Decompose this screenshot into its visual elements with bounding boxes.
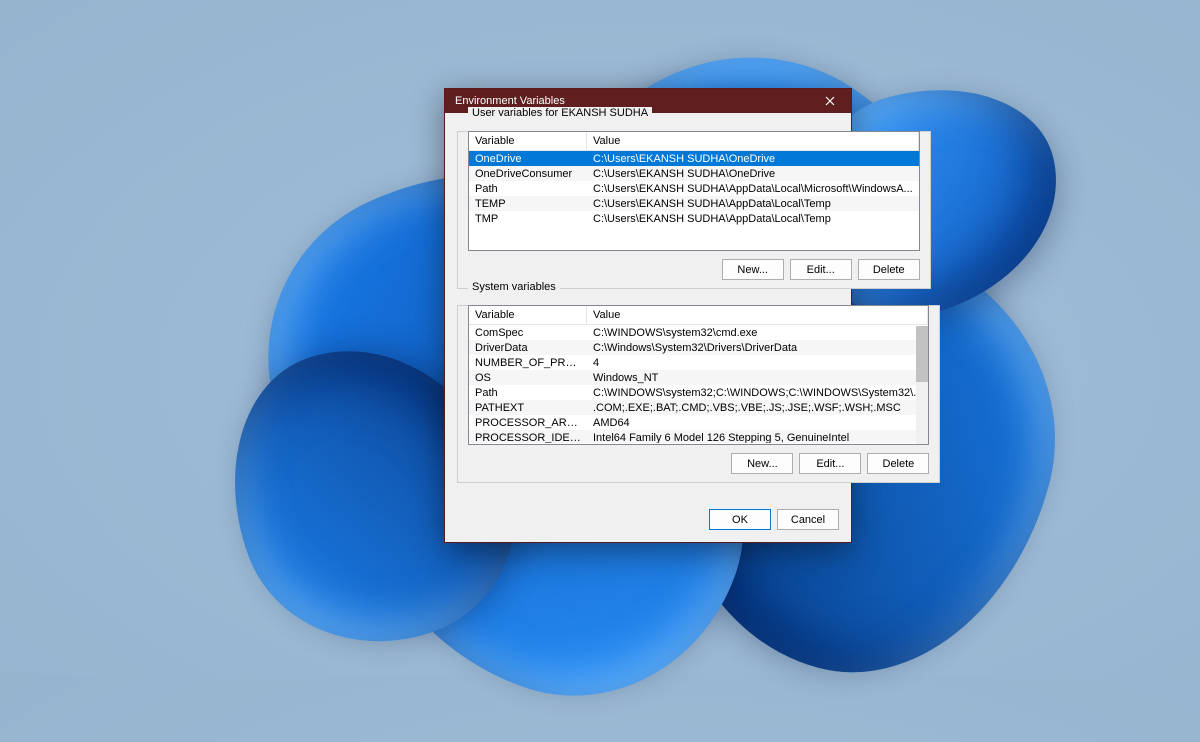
cell-variable: OS bbox=[469, 370, 587, 385]
cell-value: 4 bbox=[587, 355, 928, 370]
cell-value: C:\Users\EKANSH SUDHA\OneDrive bbox=[587, 166, 919, 181]
cell-value: Intel64 Family 6 Model 126 Stepping 5, G… bbox=[587, 430, 928, 443]
column-value[interactable]: Value bbox=[587, 132, 919, 150]
column-variable[interactable]: Variable bbox=[469, 132, 587, 150]
dialog-content: User variables for EKANSH SUDHA Variable… bbox=[445, 113, 851, 503]
user-variables-list[interactable]: Variable Value OneDriveC:\Users\EKANSH S… bbox=[468, 131, 920, 251]
cell-variable: PATHEXT bbox=[469, 400, 587, 415]
cell-value: C:\Users\EKANSH SUDHA\AppData\Local\Temp bbox=[587, 196, 919, 211]
cell-variable: TMP bbox=[469, 211, 587, 226]
user-edit-button[interactable]: Edit... bbox=[790, 259, 852, 280]
environment-variables-dialog: Environment Variables User variables for… bbox=[444, 88, 852, 543]
cell-variable: NUMBER_OF_PROCESSORS bbox=[469, 355, 587, 370]
system-variables-list[interactable]: Variable Value ComSpecC:\WINDOWS\system3… bbox=[468, 305, 929, 445]
cell-variable: PROCESSOR_ARCHITECTURE bbox=[469, 415, 587, 430]
cell-variable: PROCESSOR_IDENTIFIER bbox=[469, 430, 587, 443]
table-row[interactable]: TMPC:\Users\EKANSH SUDHA\AppData\Local\T… bbox=[469, 211, 919, 226]
list-body: ComSpecC:\WINDOWS\system32\cmd.exeDriver… bbox=[469, 325, 928, 443]
column-value[interactable]: Value bbox=[587, 306, 928, 324]
cell-value: AMD64 bbox=[587, 415, 928, 430]
cancel-button[interactable]: Cancel bbox=[777, 509, 839, 530]
table-row[interactable]: ComSpecC:\WINDOWS\system32\cmd.exe bbox=[469, 325, 928, 340]
cell-variable: TEMP bbox=[469, 196, 587, 211]
table-row[interactable]: PathC:\Users\EKANSH SUDHA\AppData\Local\… bbox=[469, 181, 919, 196]
table-row[interactable]: OneDriveC:\Users\EKANSH SUDHA\OneDrive bbox=[469, 151, 919, 166]
table-row[interactable]: DriverDataC:\Windows\System32\Drivers\Dr… bbox=[469, 340, 928, 355]
list-body: OneDriveC:\Users\EKANSH SUDHA\OneDriveOn… bbox=[469, 151, 919, 249]
user-button-row: New... Edit... Delete bbox=[468, 259, 920, 280]
list-header: Variable Value bbox=[469, 132, 919, 151]
list-header: Variable Value bbox=[469, 306, 928, 325]
system-variables-group: System variables Variable Value ComSpecC… bbox=[457, 299, 940, 483]
cell-variable: OneDrive bbox=[469, 151, 587, 166]
table-row[interactable]: PROCESSOR_IDENTIFIERIntel64 Family 6 Mod… bbox=[469, 430, 928, 443]
system-button-row: New... Edit... Delete bbox=[468, 453, 929, 474]
ok-button[interactable]: OK bbox=[709, 509, 771, 530]
user-variables-group: User variables for EKANSH SUDHA Variable… bbox=[457, 125, 931, 289]
table-row[interactable]: NUMBER_OF_PROCESSORS4 bbox=[469, 355, 928, 370]
dialog-title: Environment Variables bbox=[455, 95, 815, 107]
system-edit-button[interactable]: Edit... bbox=[799, 453, 861, 474]
user-new-button[interactable]: New... bbox=[722, 259, 784, 280]
table-row[interactable]: PATHEXT.COM;.EXE;.BAT;.CMD;.VBS;.VBE;.JS… bbox=[469, 400, 928, 415]
scrollbar-thumb[interactable] bbox=[916, 326, 928, 382]
cell-value: C:\WINDOWS\system32;C:\WINDOWS;C:\WINDOW… bbox=[587, 385, 928, 400]
column-variable[interactable]: Variable bbox=[469, 306, 587, 324]
cell-variable: DriverData bbox=[469, 340, 587, 355]
user-variables-label: User variables for EKANSH SUDHA bbox=[468, 107, 652, 119]
cell-variable: OneDriveConsumer bbox=[469, 166, 587, 181]
close-icon bbox=[825, 96, 835, 106]
table-row[interactable]: OneDriveConsumerC:\Users\EKANSH SUDHA\On… bbox=[469, 166, 919, 181]
dialog-footer: OK Cancel bbox=[445, 503, 851, 542]
cell-variable: Path bbox=[469, 385, 587, 400]
cell-value: C:\Windows\System32\Drivers\DriverData bbox=[587, 340, 928, 355]
user-delete-button[interactable]: Delete bbox=[858, 259, 920, 280]
system-delete-button[interactable]: Delete bbox=[867, 453, 929, 474]
cell-variable: Path bbox=[469, 181, 587, 196]
table-row[interactable]: PathC:\WINDOWS\system32;C:\WINDOWS;C:\WI… bbox=[469, 385, 928, 400]
scrollbar[interactable] bbox=[916, 326, 928, 444]
cell-variable: ComSpec bbox=[469, 325, 587, 340]
cell-value: .COM;.EXE;.BAT;.CMD;.VBS;.VBE;.JS;.JSE;.… bbox=[587, 400, 928, 415]
table-row[interactable]: PROCESSOR_ARCHITECTUREAMD64 bbox=[469, 415, 928, 430]
cell-value: C:\WINDOWS\system32\cmd.exe bbox=[587, 325, 928, 340]
cell-value: Windows_NT bbox=[587, 370, 928, 385]
close-button[interactable] bbox=[815, 91, 845, 111]
table-row[interactable]: TEMPC:\Users\EKANSH SUDHA\AppData\Local\… bbox=[469, 196, 919, 211]
system-new-button[interactable]: New... bbox=[731, 453, 793, 474]
table-row[interactable]: OSWindows_NT bbox=[469, 370, 928, 385]
system-variables-label: System variables bbox=[468, 281, 560, 293]
cell-value: C:\Users\EKANSH SUDHA\AppData\Local\Temp bbox=[587, 211, 919, 226]
cell-value: C:\Users\EKANSH SUDHA\OneDrive bbox=[587, 151, 919, 166]
cell-value: C:\Users\EKANSH SUDHA\AppData\Local\Micr… bbox=[587, 181, 919, 196]
